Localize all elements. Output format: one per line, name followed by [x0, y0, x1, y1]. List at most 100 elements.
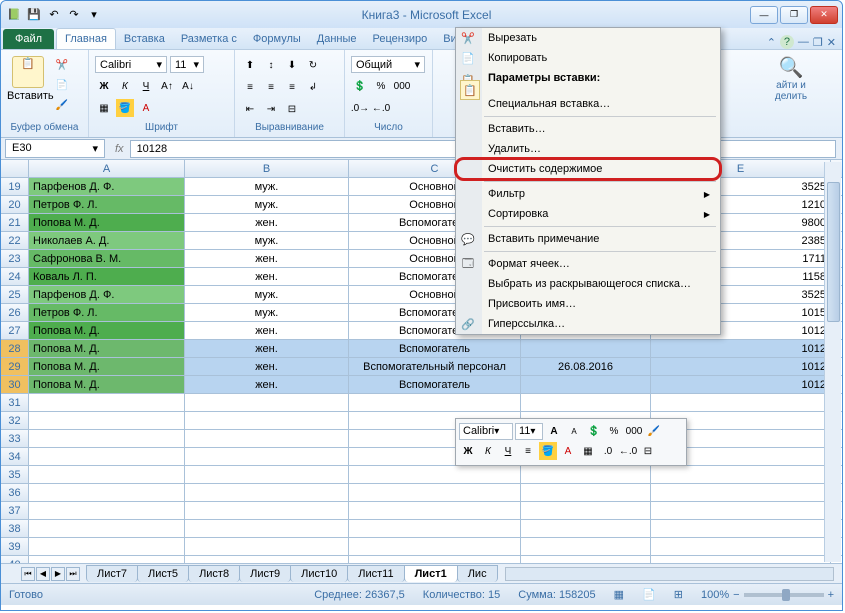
workbook-min-icon[interactable]: —	[798, 36, 809, 48]
align-left-button[interactable]: ≡	[241, 78, 259, 96]
row-header[interactable]: 33	[1, 430, 29, 447]
sheet-tab[interactable]: Лист7	[86, 565, 138, 582]
currency-button[interactable]: 💲	[351, 77, 369, 95]
redo-icon[interactable]: ↷	[65, 6, 83, 24]
ctx-insert-comment[interactable]: 💬Вставить примечание	[456, 229, 720, 249]
row-header[interactable]: 24	[1, 268, 29, 285]
horizontal-scrollbar[interactable]	[505, 567, 834, 581]
cell[interactable]	[185, 448, 349, 465]
cell[interactable]	[521, 502, 651, 519]
fill-color-button[interactable]: 🪣	[116, 99, 134, 117]
cut-icon[interactable]: ✂️	[53, 56, 71, 74]
mini-underline[interactable]: Ч	[499, 442, 517, 460]
bold-button[interactable]: Ж	[95, 77, 113, 95]
cell[interactable]	[29, 430, 185, 447]
tab-review[interactable]: Рецензиро	[365, 29, 436, 49]
cell[interactable]	[29, 556, 185, 563]
cell[interactable]: Петров Ф. Л.	[29, 196, 185, 213]
select-all-corner[interactable]	[1, 160, 29, 177]
mini-bold[interactable]: Ж	[459, 442, 477, 460]
view-layout-icon[interactable]: 📄	[642, 588, 656, 601]
row-header[interactable]: 40	[1, 556, 29, 563]
table-row[interactable]: 32	[1, 412, 842, 430]
cell[interactable]	[521, 376, 651, 393]
align-right-button[interactable]: ≡	[283, 78, 301, 96]
font-size-combo[interactable]: 11▾	[170, 56, 204, 73]
mini-italic[interactable]: К	[479, 442, 497, 460]
ctx-filter[interactable]: Фильтр▶	[456, 184, 720, 204]
table-row[interactable]: 34	[1, 448, 842, 466]
inc-decimal-button[interactable]: .0→	[351, 99, 369, 117]
tab-layout[interactable]: Разметка с	[173, 29, 245, 49]
row-header[interactable]: 20	[1, 196, 29, 213]
row-header[interactable]: 27	[1, 322, 29, 339]
copy-icon[interactable]: 📄	[53, 76, 71, 94]
cell[interactable]: Николаев А. Д.	[29, 232, 185, 249]
cell[interactable]	[521, 556, 651, 563]
tab-formulas[interactable]: Формулы	[245, 29, 309, 49]
row-header[interactable]: 25	[1, 286, 29, 303]
cell[interactable]	[521, 466, 651, 483]
cell[interactable]	[29, 448, 185, 465]
row-header[interactable]: 34	[1, 448, 29, 465]
workbook-restore-icon[interactable]: ❐	[813, 36, 823, 49]
cell[interactable]	[185, 430, 349, 447]
mini-percent[interactable]: %	[605, 422, 623, 440]
cell[interactable]: жен.	[185, 268, 349, 285]
cell[interactable]: Вспомогательный персонал	[349, 358, 521, 375]
row-header[interactable]: 28	[1, 340, 29, 357]
table-row[interactable]: 33	[1, 430, 842, 448]
row-header[interactable]: 19	[1, 178, 29, 195]
table-row[interactable]: 38	[1, 520, 842, 538]
vscroll-thumb[interactable]	[827, 182, 840, 322]
number-format-combo[interactable]: Общий▾	[351, 56, 425, 73]
view-normal-icon[interactable]: ▦	[614, 588, 624, 601]
colhdr-A[interactable]: A	[29, 160, 185, 177]
cell[interactable]: Попова М. Д.	[29, 358, 185, 375]
align-bot-button[interactable]: ⬇	[283, 56, 301, 74]
colhdr-B[interactable]: B	[185, 160, 349, 177]
vertical-scrollbar[interactable]	[824, 162, 841, 562]
table-row[interactable]: 36	[1, 484, 842, 502]
cell[interactable]: Коваль Л. П.	[29, 268, 185, 285]
cell[interactable]	[651, 394, 831, 411]
mini-merge[interactable]: ⊟	[639, 442, 657, 460]
row-header[interactable]: 38	[1, 520, 29, 537]
cell[interactable]: Попова М. Д.	[29, 214, 185, 231]
cell[interactable]	[651, 520, 831, 537]
paste-button[interactable]: 📋 Вставить	[7, 56, 49, 102]
cell[interactable]	[349, 484, 521, 501]
cell[interactable]	[651, 484, 831, 501]
cell[interactable]	[29, 502, 185, 519]
mini-comma[interactable]: 000	[625, 422, 643, 440]
sheet-tab[interactable]: Лист8	[188, 565, 240, 582]
cell[interactable]	[349, 538, 521, 555]
orientation-button[interactable]: ↻	[304, 56, 322, 74]
row-header[interactable]: 29	[1, 358, 29, 375]
align-top-button[interactable]: ⬆	[241, 56, 259, 74]
cell[interactable]: Парфенов Д. Ф.	[29, 178, 185, 195]
table-row[interactable]: 30Попова М. Д.жен.Вспомогатель1012	[1, 376, 842, 394]
row-header[interactable]: 31	[1, 394, 29, 411]
row-header[interactable]: 39	[1, 538, 29, 555]
font-name-combo[interactable]: Calibri▾	[95, 56, 167, 73]
table-row[interactable]: 29Попова М. Д.жен.Вспомогательный персон…	[1, 358, 842, 376]
row-header[interactable]: 35	[1, 466, 29, 483]
cell[interactable]	[29, 412, 185, 429]
cell[interactable]: Попова М. Д.	[29, 340, 185, 357]
cell[interactable]	[349, 556, 521, 563]
sheet-tab[interactable]: Лист5	[137, 565, 189, 582]
cell[interactable]	[29, 520, 185, 537]
comma-button[interactable]: 000	[393, 77, 411, 95]
minimize-button[interactable]: —	[750, 6, 778, 24]
cell[interactable]: муж.	[185, 304, 349, 321]
cell[interactable]	[651, 502, 831, 519]
undo-icon[interactable]: ↶	[45, 6, 63, 24]
cell[interactable]	[29, 484, 185, 501]
ctx-clear-contents[interactable]: Очистить содержимое	[456, 159, 720, 179]
cell[interactable]: муж.	[185, 286, 349, 303]
name-box[interactable]: E30▾	[5, 139, 105, 158]
mini-dec-dec[interactable]: ←.0	[619, 442, 637, 460]
italic-button[interactable]: К	[116, 77, 134, 95]
cell[interactable]: 26.08.2016	[521, 358, 651, 375]
